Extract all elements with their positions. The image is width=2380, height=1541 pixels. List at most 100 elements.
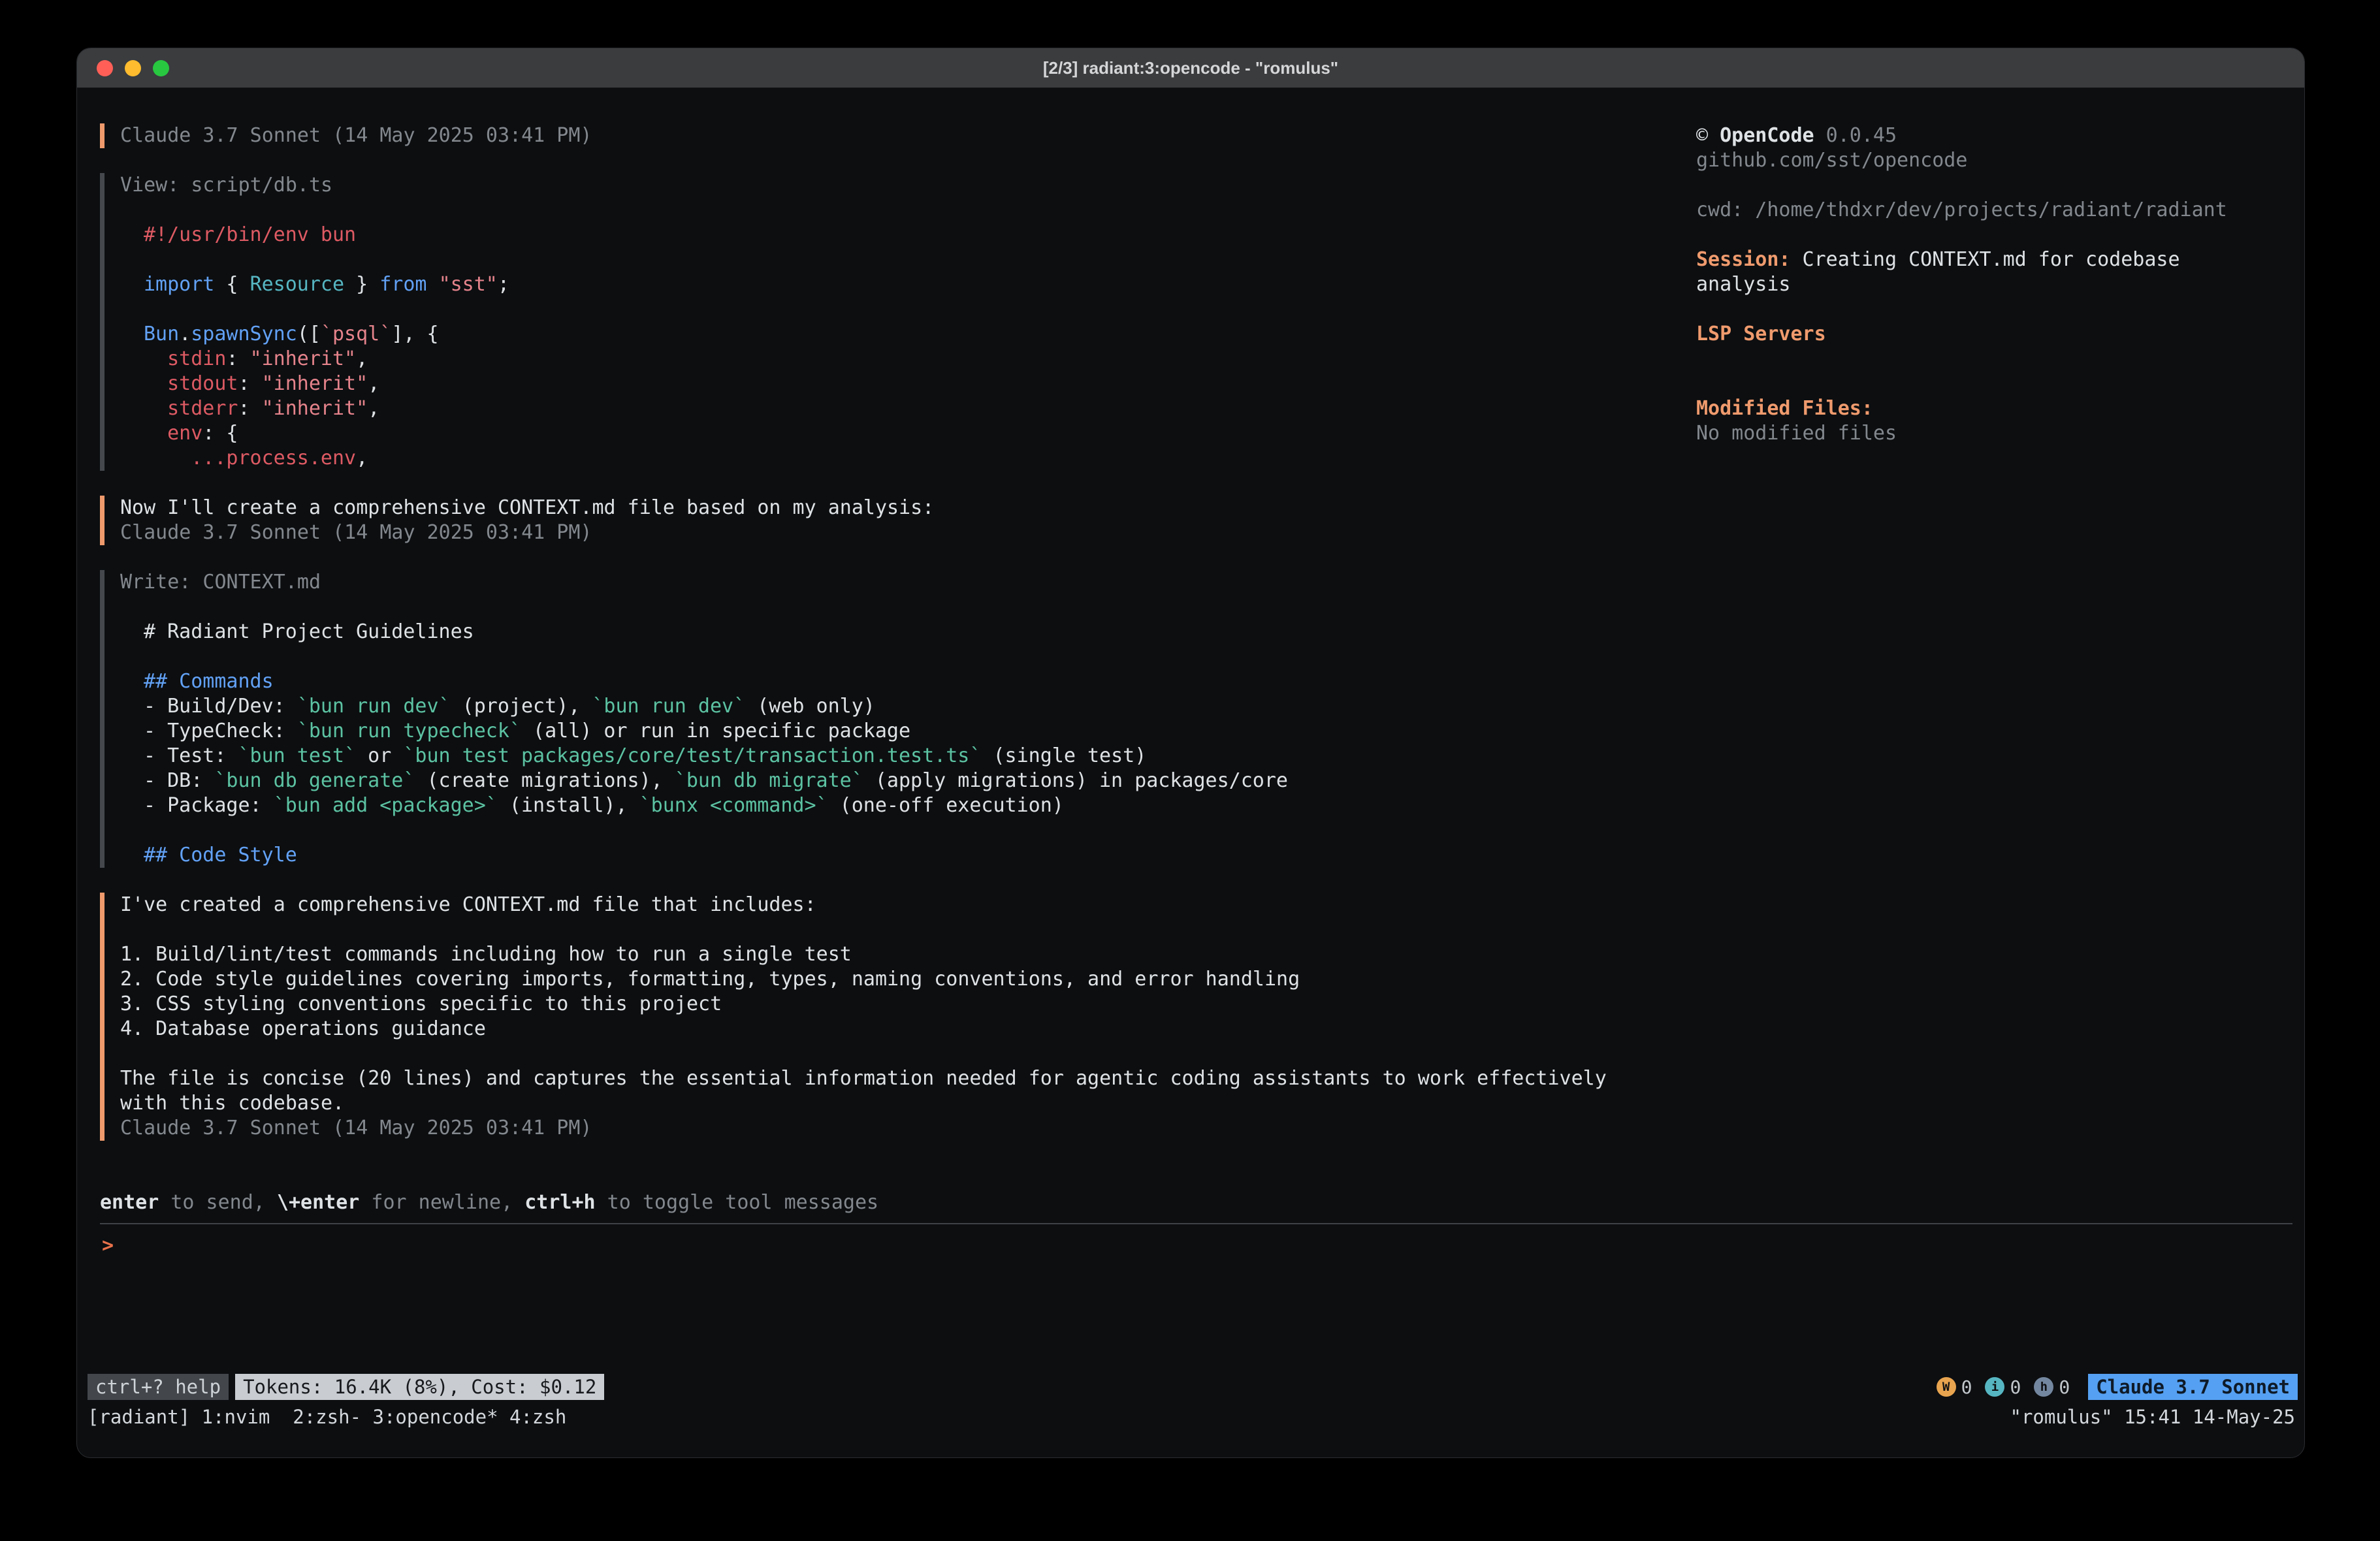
- model-timestamp: Claude 3.7 Sonnet (14 May 2025 03:41 PM): [120, 123, 1696, 148]
- text-line: 3. CSS styling conventions specific to t…: [120, 992, 1696, 1017]
- text-line: 1. Build/lint/test commands including ho…: [120, 942, 1696, 967]
- repo-link: github.com/sst/opencode: [1696, 148, 2232, 173]
- text-segment: #!/usr/bin/env bun: [144, 223, 356, 246]
- hint-icon: h: [2034, 1377, 2053, 1397]
- cwd-path: cwd: /home/thdxr/dev/projects/radiant/ra…: [1696, 198, 2232, 223]
- text-line: I've created a comprehensive CONTEXT.md …: [120, 893, 1696, 917]
- minimize-button[interactable]: [125, 60, 141, 76]
- text-segment: ,: [356, 447, 368, 469]
- text-line: stdout: "inherit",: [144, 372, 1696, 396]
- text-segment: ...process.env: [191, 447, 356, 469]
- tokens-cost-badge: Tokens: 16.4K (8%), Cost: $0.12: [235, 1374, 604, 1400]
- text-line: [120, 1041, 1696, 1066]
- text-line: ...process.env,: [144, 446, 1696, 471]
- warning-count: 0: [1961, 1376, 1972, 1398]
- text-segment: `bun test`: [238, 744, 357, 767]
- view-tool-block[interactable]: View: script/db.ts #!/usr/bin/env bun imp…: [100, 173, 1696, 471]
- text-line: Claude 3.7 Sonnet (14 May 2025 03:41 PM): [120, 1116, 1696, 1141]
- text-line: stderr: "inherit",: [144, 396, 1696, 421]
- blank-line: [1696, 223, 2232, 247]
- session-title: Session: Creating CONTEXT.md for codebas…: [1696, 247, 2232, 297]
- message-input[interactable]: >: [100, 1223, 2292, 1371]
- text-segment: to send,: [159, 1191, 277, 1214]
- text-segment: ## Code Style: [144, 844, 297, 866]
- text-line: - Package: `bun add <package>` (install)…: [144, 793, 1696, 818]
- text-segment: (project),: [451, 695, 592, 718]
- help-shortcut-badge[interactable]: ctrl+? help: [88, 1374, 229, 1400]
- text-segment: 4. Database operations guidance: [120, 1017, 486, 1040]
- markdown-block: # Radiant Project Guidelines## Commands-…: [120, 620, 1696, 868]
- desktop-background: [2/3] radiant:3:opencode - "romulus" Cla…: [0, 0, 2380, 1541]
- text-segment: ©: [1696, 124, 1720, 147]
- text-segment: `bun test packages/core/test/transaction…: [403, 744, 981, 767]
- text-line: The file is concise (20 lines) and captu…: [120, 1066, 1696, 1091]
- text-segment: for newline,: [359, 1191, 524, 1214]
- text-segment: with this codebase.: [120, 1092, 344, 1115]
- text-segment: `bun db generate`: [214, 769, 415, 792]
- text-segment: 3. CSS styling conventions specific to t…: [120, 993, 722, 1015]
- text-line: © OpenCode 0.0.45: [1696, 123, 2232, 148]
- text-segment: # Radiant Project Guidelines: [144, 620, 474, 643]
- tmux-session-windows[interactable]: [radiant] 1:nvim 2:zsh- 3:opencode* 4:zs…: [88, 1406, 566, 1428]
- text-segment: :: [226, 347, 249, 370]
- text-segment: }: [344, 273, 379, 296]
- modified-files-empty: No modified files: [1696, 421, 2232, 446]
- text-segment: (single test): [981, 744, 1146, 767]
- text-segment: Now I'll create a comprehensive CONTEXT.…: [120, 496, 934, 519]
- tool-title: View: script/db.ts: [120, 173, 1696, 198]
- text-segment: ctrl+h: [524, 1191, 595, 1214]
- text-segment: "sst": [439, 273, 498, 296]
- info-count: 0: [2010, 1376, 2021, 1398]
- blank-line: [1696, 347, 2232, 372]
- text-line: import { Resource } from "sst";: [144, 272, 1696, 297]
- text-segment: - Package:: [144, 794, 274, 817]
- text-line: ## Code Style: [144, 843, 1696, 868]
- text-line: - Build/Dev: `bun run dev` (project), `b…: [144, 694, 1696, 719]
- lsp-servers-heading: LSP Servers: [1696, 322, 2232, 347]
- text-line: [144, 297, 1696, 322]
- text-segment: {: [214, 273, 249, 296]
- content-row: Claude 3.7 Sonnet (14 May 2025 03:41 PM)…: [77, 88, 2304, 1166]
- text-segment: ,: [368, 372, 379, 395]
- text-segment: (web only): [745, 695, 875, 718]
- text-line: [144, 247, 1696, 272]
- text-segment: \+enter: [277, 1191, 359, 1214]
- chat-area: Claude 3.7 Sonnet (14 May 2025 03:41 PM)…: [100, 123, 1696, 1166]
- text-segment: : {: [202, 422, 238, 445]
- text-segment: stdout: [167, 372, 238, 395]
- hint-diagnostic: h 0: [2034, 1376, 2070, 1398]
- text-segment: OpenCode: [1720, 124, 1814, 147]
- model-badge[interactable]: Claude 3.7 Sonnet: [2088, 1374, 2298, 1400]
- text-segment: env: [167, 422, 202, 445]
- text-segment: Claude 3.7 Sonnet (14 May 2025 03:41 PM): [120, 1117, 592, 1139]
- app-brand: © OpenCode 0.0.45: [1696, 123, 2232, 148]
- text-segment: .: [179, 323, 191, 345]
- text-segment: `psql`: [321, 323, 391, 345]
- text-segment: ,: [356, 347, 368, 370]
- text-segment: to toggle tool messages: [596, 1191, 878, 1214]
- info-icon: i: [1985, 1377, 2004, 1397]
- text-segment: 2. Code style guidelines covering import…: [120, 968, 1300, 991]
- text-line: with this codebase.: [120, 1091, 1696, 1116]
- zoom-button[interactable]: [153, 60, 169, 76]
- write-tool-block[interactable]: Write: CONTEXT.md # Radiant Project Guid…: [100, 570, 1696, 868]
- warning-icon: W: [1937, 1377, 1956, 1397]
- info-diagnostic: i 0: [1985, 1376, 2021, 1398]
- text-segment: import: [144, 273, 214, 296]
- text-line: enter to send, \+enter for newline, ctrl…: [100, 1190, 2292, 1215]
- status-bar: ctrl+? help Tokens: 16.4K (8%), Cost: $0…: [77, 1371, 2304, 1403]
- text-segment: (install),: [498, 794, 639, 817]
- text-line: - Test: `bun test` or `bun test packages…: [144, 744, 1696, 769]
- close-button[interactable]: [97, 60, 113, 76]
- text-segment: - Test:: [144, 744, 238, 767]
- text-segment: - TypeCheck:: [144, 720, 297, 742]
- text-segment: - Build/Dev:: [144, 695, 297, 718]
- text-segment: I've created a comprehensive CONTEXT.md …: [120, 893, 816, 916]
- text-segment: :: [238, 397, 262, 420]
- window-titlebar[interactable]: [2/3] radiant:3:opencode - "romulus": [77, 48, 2304, 88]
- text-segment: 1. Build/lint/test commands including ho…: [120, 943, 852, 966]
- text-segment: `bunx <command>`: [639, 794, 828, 817]
- text-line: # Radiant Project Guidelines: [144, 620, 1696, 644]
- text-segment: `bun db migrate`: [675, 769, 863, 792]
- text-segment: 0.0.45: [1814, 124, 1897, 147]
